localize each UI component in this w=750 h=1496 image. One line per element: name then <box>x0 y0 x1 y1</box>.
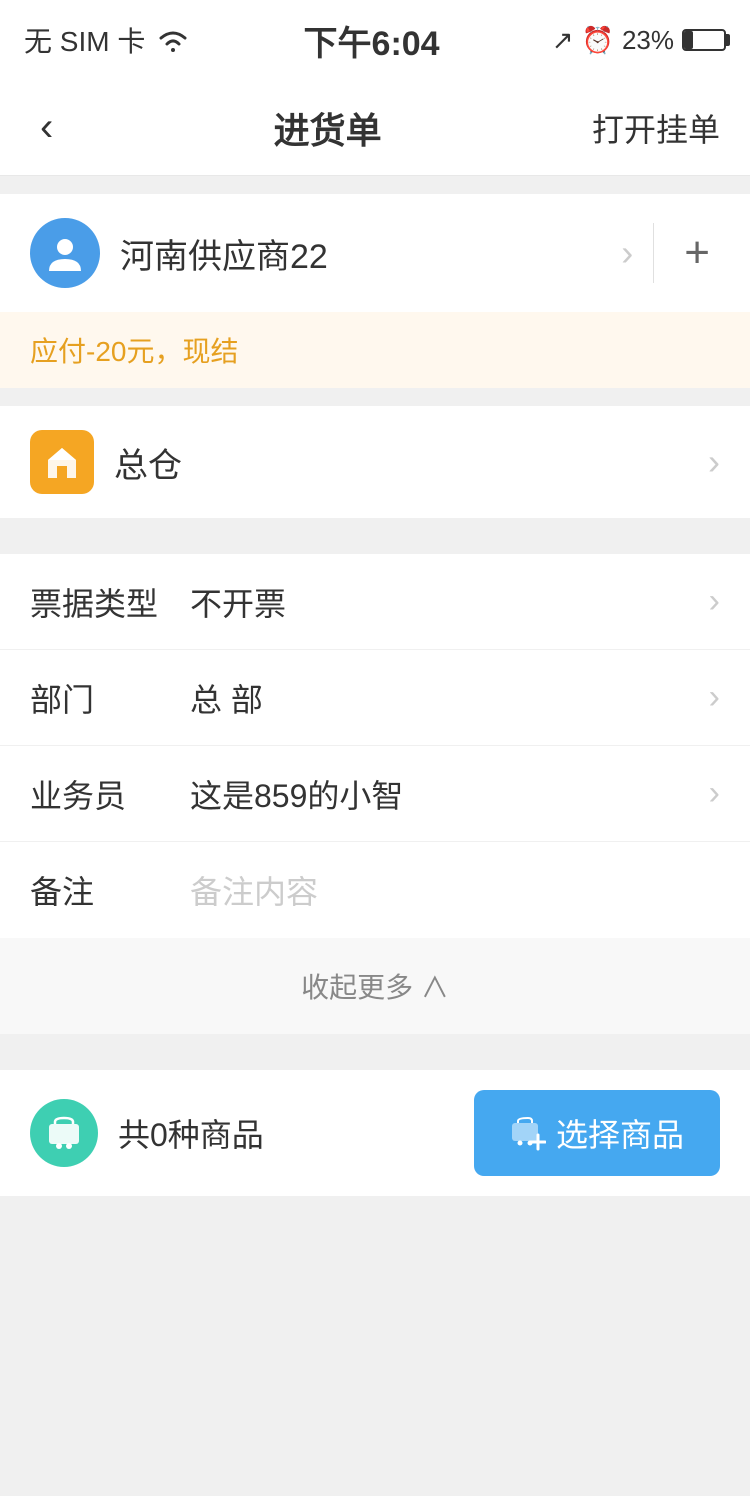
department-label: 部门 <box>30 675 170 721</box>
notice-text: 应付-20元，现结 <box>30 336 238 367</box>
supplier-section: 河南供应商22 › + 应付-20元，现结 <box>0 194 750 388</box>
remark-placeholder: 备注内容 <box>170 867 720 913</box>
form-section: 票据类型 不开票 › 部门 总 部 › 业务员 这是859的小智 › 备注 备注… <box>0 554 750 938</box>
remark-label: 备注 <box>30 867 170 913</box>
alarm-icon: ⏰ <box>582 25 614 56</box>
page-background <box>0 1196 750 1496</box>
invoice-value: 不开票 <box>170 579 709 625</box>
salesperson-label: 业务员 <box>30 771 170 817</box>
product-icon-bg <box>30 1099 98 1167</box>
battery-icon <box>682 29 726 51</box>
salesperson-chevron-icon: › <box>709 774 720 813</box>
add-cart-icon <box>510 1115 546 1151</box>
warehouse-name: 总仓 <box>114 438 708 487</box>
status-right: ↗ ⏰ 23% <box>552 25 726 56</box>
salesperson-value: 这是859的小智 <box>170 771 709 817</box>
wifi-icon <box>155 26 191 54</box>
notice-bar: 应付-20元，现结 <box>0 312 750 388</box>
product-count-text: 共0种商品 <box>118 1110 474 1156</box>
invoice-label: 票据类型 <box>30 579 170 625</box>
location-icon: ↗ <box>552 25 574 56</box>
supplier-name: 河南供应商22 <box>120 229 621 278</box>
person-icon <box>45 233 85 273</box>
house-icon <box>44 444 80 480</box>
collapse-label: 收起更多 ∧ <box>301 972 449 1003</box>
time-display: 下午6:04 <box>304 16 440 65</box>
section-gap-1 <box>0 176 750 194</box>
warehouse-icon-bg <box>30 430 94 494</box>
open-pending-button[interactable]: 打开挂单 <box>592 105 720 151</box>
salesperson-row[interactable]: 业务员 这是859的小智 › <box>0 746 750 842</box>
select-product-label: 选择商品 <box>556 1110 684 1156</box>
nav-bar: ‹ 进货单 打开挂单 <box>0 80 750 176</box>
collapse-bar[interactable]: 收起更多 ∧ <box>0 938 750 1034</box>
battery-text: 23% <box>622 25 674 56</box>
warehouse-section: 总仓 › <box>0 406 750 518</box>
section-gap-4 <box>0 1034 750 1052</box>
warehouse-chevron-icon: › <box>708 441 720 483</box>
remark-row[interactable]: 备注 备注内容 <box>0 842 750 938</box>
divider <box>653 223 654 283</box>
invoice-chevron-icon: › <box>709 582 720 621</box>
supplier-row[interactable]: 河南供应商22 › + <box>0 194 750 312</box>
page-title: 进货单 <box>274 102 382 154</box>
carrier-text: 无 SIM 卡 <box>24 20 145 60</box>
department-chevron-icon: › <box>709 678 720 717</box>
department-value: 总 部 <box>170 675 709 721</box>
product-bar: 共0种商品 选择商品 <box>0 1070 750 1196</box>
add-button[interactable]: + <box>674 228 720 278</box>
back-button[interactable]: ‹ <box>30 95 63 160</box>
select-product-button[interactable]: 选择商品 <box>474 1090 720 1176</box>
invoice-type-row[interactable]: 票据类型 不开票 › <box>0 554 750 650</box>
department-row[interactable]: 部门 总 部 › <box>0 650 750 746</box>
warehouse-row[interactable]: 总仓 › <box>0 406 750 518</box>
status-bar: 无 SIM 卡 下午6:04 ↗ ⏰ 23% <box>0 0 750 80</box>
supplier-avatar <box>30 218 100 288</box>
status-left: 无 SIM 卡 <box>24 20 191 60</box>
cart-icon <box>45 1114 83 1152</box>
section-gap-3 <box>0 518 750 536</box>
supplier-chevron-icon: › <box>621 232 633 274</box>
section-gap-2 <box>0 388 750 406</box>
